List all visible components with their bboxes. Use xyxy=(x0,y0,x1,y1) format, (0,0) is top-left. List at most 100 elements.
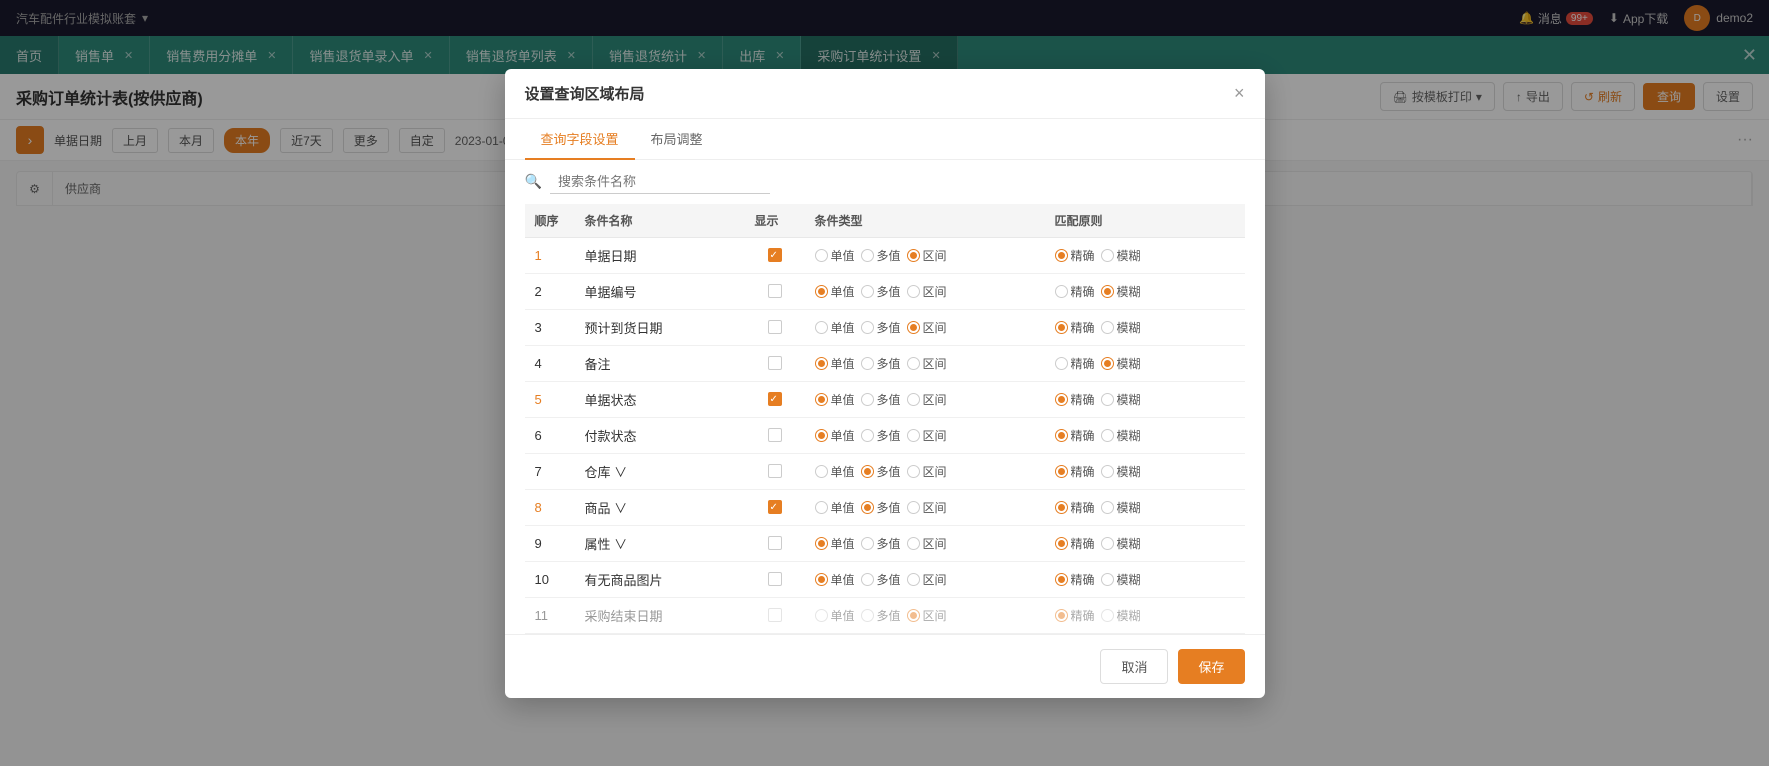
match-label-exact: 精确 xyxy=(1071,463,1095,480)
match-radio-exact[interactable] xyxy=(1055,609,1068,622)
cell-display[interactable] xyxy=(745,489,805,525)
modal-close-button[interactable]: × xyxy=(1234,84,1245,102)
match-radio-fuzzy[interactable] xyxy=(1101,321,1114,334)
cell-display[interactable] xyxy=(745,237,805,273)
type-radio-multi[interactable] xyxy=(861,393,874,406)
page-content: 采购订单统计表(按供应商) 🖨 按模板打印 ▾ ↑ 导出 ↺ 刷新 查询 设置 xyxy=(0,74,1769,766)
cell-display[interactable] xyxy=(745,345,805,381)
match-radio-exact[interactable] xyxy=(1055,537,1068,550)
type-radio-single[interactable] xyxy=(815,537,828,550)
cell-display[interactable] xyxy=(745,453,805,489)
th-condition-type: 条件类型 xyxy=(805,204,1045,238)
type-radio-single[interactable] xyxy=(815,321,828,334)
type-radio-multi[interactable] xyxy=(861,429,874,442)
match-radio-fuzzy[interactable] xyxy=(1101,393,1114,406)
type-radio-single[interactable] xyxy=(815,573,828,586)
match-radio-fuzzy[interactable] xyxy=(1101,501,1114,514)
type-radio-range[interactable] xyxy=(907,573,920,586)
type-radio-single[interactable] xyxy=(815,465,828,478)
display-checkbox[interactable] xyxy=(768,320,782,334)
display-checkbox[interactable] xyxy=(768,248,782,262)
type-radio-single[interactable] xyxy=(815,609,828,622)
match-radio-fuzzy[interactable] xyxy=(1101,249,1114,262)
match-radio-fuzzy[interactable] xyxy=(1101,537,1114,550)
display-checkbox[interactable] xyxy=(768,572,782,586)
modal-search-input[interactable] xyxy=(550,170,770,194)
match-radio-fuzzy[interactable] xyxy=(1101,285,1114,298)
type-radio-single[interactable] xyxy=(815,429,828,442)
modal-tab-query-fields[interactable]: 查询字段设置 xyxy=(525,119,635,160)
type-radio-multi[interactable] xyxy=(861,285,874,298)
modal-table-container: 顺序 条件名称 显示 条件类型 匹配原则 1单据日期单值多值区间精确模糊2单据编… xyxy=(505,204,1265,634)
display-checkbox[interactable] xyxy=(768,428,782,442)
modal-tab-layout[interactable]: 布局调整 xyxy=(635,119,719,160)
type-radio-range[interactable] xyxy=(907,609,920,622)
cancel-button[interactable]: 取消 xyxy=(1100,649,1168,684)
type-radio-range[interactable] xyxy=(907,465,920,478)
type-radio-single[interactable] xyxy=(815,501,828,514)
match-radio-exact[interactable] xyxy=(1055,393,1068,406)
display-checkbox[interactable] xyxy=(768,500,782,514)
type-radio-range[interactable] xyxy=(907,357,920,370)
type-radio-range[interactable] xyxy=(907,501,920,514)
match-radio-exact[interactable] xyxy=(1055,429,1068,442)
match-radio-exact[interactable] xyxy=(1055,501,1068,514)
match-radio-exact[interactable] xyxy=(1055,249,1068,262)
match-radio-fuzzy[interactable] xyxy=(1101,609,1114,622)
type-radio-range[interactable] xyxy=(907,429,920,442)
type-radio-multi[interactable] xyxy=(861,501,874,514)
type-radio-single[interactable] xyxy=(815,285,828,298)
modal-dialog: 设置查询区域布局 × 查询字段设置 布局调整 🔍 xyxy=(505,69,1265,698)
type-radio-multi[interactable] xyxy=(861,537,874,550)
match-radio-exact[interactable] xyxy=(1055,285,1068,298)
cell-match-rule: 精确模糊 xyxy=(1045,489,1245,525)
match-radio-fuzzy[interactable] xyxy=(1101,573,1114,586)
cell-order: 10 xyxy=(525,561,575,597)
type-radio-multi[interactable] xyxy=(861,321,874,334)
table-row: 10有无商品图片单值多值区间精确模糊 xyxy=(525,561,1245,597)
cell-condition-name: 单据状态 xyxy=(575,381,745,417)
match-radio-exact[interactable] xyxy=(1055,321,1068,334)
display-checkbox[interactable] xyxy=(768,536,782,550)
cell-display[interactable] xyxy=(745,381,805,417)
match-radio-exact[interactable] xyxy=(1055,465,1068,478)
type-radio-range[interactable] xyxy=(907,537,920,550)
type-radio-single[interactable] xyxy=(815,357,828,370)
type-radio-multi[interactable] xyxy=(861,465,874,478)
display-checkbox[interactable] xyxy=(768,392,782,406)
display-checkbox[interactable] xyxy=(768,464,782,478)
type-radio-multi[interactable] xyxy=(861,609,874,622)
cell-display[interactable] xyxy=(745,273,805,309)
type-radio-single[interactable] xyxy=(815,393,828,406)
type-radio-single[interactable] xyxy=(815,249,828,262)
modal-table-header-row: 顺序 条件名称 显示 条件类型 匹配原则 xyxy=(525,204,1245,238)
type-radio-range[interactable] xyxy=(907,321,920,334)
cell-display[interactable] xyxy=(745,309,805,345)
display-checkbox[interactable] xyxy=(768,356,782,370)
match-radio-exact[interactable] xyxy=(1055,357,1068,370)
match-radio-fuzzy[interactable] xyxy=(1101,357,1114,370)
type-radio-multi[interactable] xyxy=(861,249,874,262)
display-checkbox[interactable] xyxy=(768,284,782,298)
save-button[interactable]: 保存 xyxy=(1178,649,1244,684)
cell-display[interactable] xyxy=(745,417,805,453)
cell-condition-type: 单值多值区间 xyxy=(805,381,1045,417)
cell-match-rule: 精确模糊 xyxy=(1045,309,1245,345)
modal-header: 设置查询区域布局 × xyxy=(505,69,1265,119)
type-radio-multi[interactable] xyxy=(861,573,874,586)
match-radio-fuzzy[interactable] xyxy=(1101,465,1114,478)
type-radio-range[interactable] xyxy=(907,285,920,298)
cell-match-rule: 精确模糊 xyxy=(1045,237,1245,273)
type-radio-range[interactable] xyxy=(907,393,920,406)
match-label-fuzzy: 模糊 xyxy=(1117,247,1141,264)
match-radio-exact[interactable] xyxy=(1055,573,1068,586)
cell-display[interactable] xyxy=(745,597,805,633)
cell-display[interactable] xyxy=(745,561,805,597)
type-radio-multi[interactable] xyxy=(861,357,874,370)
cell-display[interactable] xyxy=(745,525,805,561)
modal-overlay[interactable]: 设置查询区域布局 × 查询字段设置 布局调整 🔍 xyxy=(0,0,1769,766)
match-radio-fuzzy[interactable] xyxy=(1101,429,1114,442)
type-label-single: 单值 xyxy=(831,463,855,480)
display-checkbox[interactable] xyxy=(768,608,782,622)
type-radio-range[interactable] xyxy=(907,249,920,262)
